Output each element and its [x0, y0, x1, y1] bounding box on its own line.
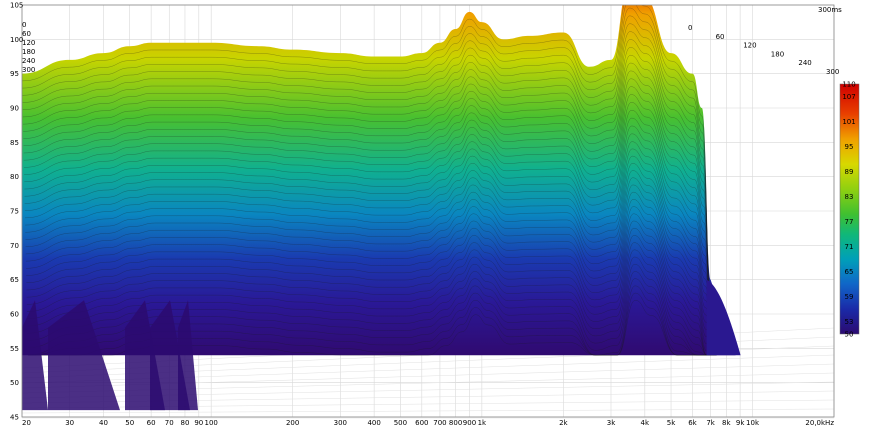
- time-tick-label-left: 240: [22, 57, 35, 65]
- time-tick-label-right: 0: [688, 24, 692, 32]
- x-tick-label: 8k: [722, 419, 731, 427]
- colorbar-tick-label: 65: [845, 268, 854, 276]
- time-tick-label-right: 120: [743, 42, 756, 50]
- x-tick-label: 6k: [688, 419, 697, 427]
- time-tick-label-left: 60: [22, 30, 31, 38]
- x-tick-label: 9k: [736, 419, 745, 427]
- time-tick-label-left: 180: [22, 48, 35, 56]
- colorbar-tick-label: 50: [845, 331, 854, 339]
- colorbar-tick-label: 59: [845, 293, 854, 301]
- x-tick-label: 50: [125, 419, 134, 427]
- x-tick-label: 60: [147, 419, 156, 427]
- x-tick-label: 20: [22, 419, 31, 427]
- time-tick-label-left: 120: [22, 39, 35, 47]
- x-tick-label: 40: [99, 419, 108, 427]
- y-tick-label: 105: [10, 2, 23, 10]
- y-tick-label: 95: [10, 70, 19, 78]
- x-tick-label: 800: [449, 419, 462, 427]
- x-tick-label: 700: [433, 419, 446, 427]
- colorbar-tick-label: 101: [842, 118, 855, 126]
- x-tick-label: 30: [65, 419, 74, 427]
- x-tick-label: 500: [394, 419, 407, 427]
- x-tick-label: 3k: [607, 419, 616, 427]
- time-tick-label-right: 60: [716, 33, 725, 41]
- y-tick-label: 55: [10, 345, 19, 353]
- time-tick-label-left: 300: [22, 66, 35, 74]
- y-tick-label: 50: [10, 379, 19, 387]
- time-tick-label-left: 0: [22, 21, 26, 29]
- y-tick-label: 60: [10, 311, 19, 319]
- y-tick-label: 80: [10, 173, 19, 181]
- x-tick-label: 400: [367, 419, 380, 427]
- y-tick-label: 65: [10, 276, 19, 284]
- colorbar-tick-label: 83: [845, 193, 854, 201]
- time-tick-label-right: 240: [798, 59, 811, 67]
- y-tick-label: 45: [10, 414, 19, 422]
- x-tick-label: 20,0kHz: [805, 419, 834, 427]
- time-tick-label-right: 300: [826, 68, 839, 76]
- y-tick-label: 75: [10, 208, 19, 216]
- y-tick-label: 70: [10, 242, 19, 250]
- colorbar-tick-label: 71: [845, 243, 854, 251]
- waterfall-plot: 45 50 55 60 65 70 75 80 85 90 95 100 105 20 30 40 50 60 7…: [0, 0, 877, 427]
- x-tick-label: 300: [334, 419, 347, 427]
- waterfall-surface: [22, 5, 741, 411]
- colorbar-tick-label: 107: [842, 93, 855, 101]
- colorbar-tick-label: 53: [845, 318, 854, 326]
- y-tick-label: 90: [10, 105, 19, 113]
- y-tick-label: 85: [10, 139, 19, 147]
- time-tick-label-right: 180: [771, 50, 784, 58]
- colorbar-tick-label: 95: [845, 143, 854, 151]
- x-tick-label: 100: [205, 419, 218, 427]
- x-tick-label: 2k: [559, 419, 568, 427]
- time-unit-label: 300ms: [818, 6, 842, 14]
- x-tick-label: 5k: [667, 419, 676, 427]
- x-tick-label: 1k: [478, 419, 487, 427]
- x-tick-label: 90: [194, 419, 203, 427]
- x-tick-label: 900: [463, 419, 476, 427]
- x-tick-label: 10k: [746, 419, 760, 427]
- colorbar-tick-label: 110: [842, 81, 855, 89]
- x-tick-label: 4k: [641, 419, 650, 427]
- x-tick-label: 200: [286, 419, 299, 427]
- colorbar-tick-label: 89: [845, 168, 854, 176]
- x-tick-label: 600: [415, 419, 428, 427]
- x-tick-label: 70: [165, 419, 174, 427]
- x-tick-label: 7k: [706, 419, 715, 427]
- x-tick-label: 80: [180, 419, 189, 427]
- colorbar: 110 107 101 95 89 83 77 71 65 59 53 50: [839, 81, 860, 339]
- colorbar-tick-label: 77: [845, 218, 854, 226]
